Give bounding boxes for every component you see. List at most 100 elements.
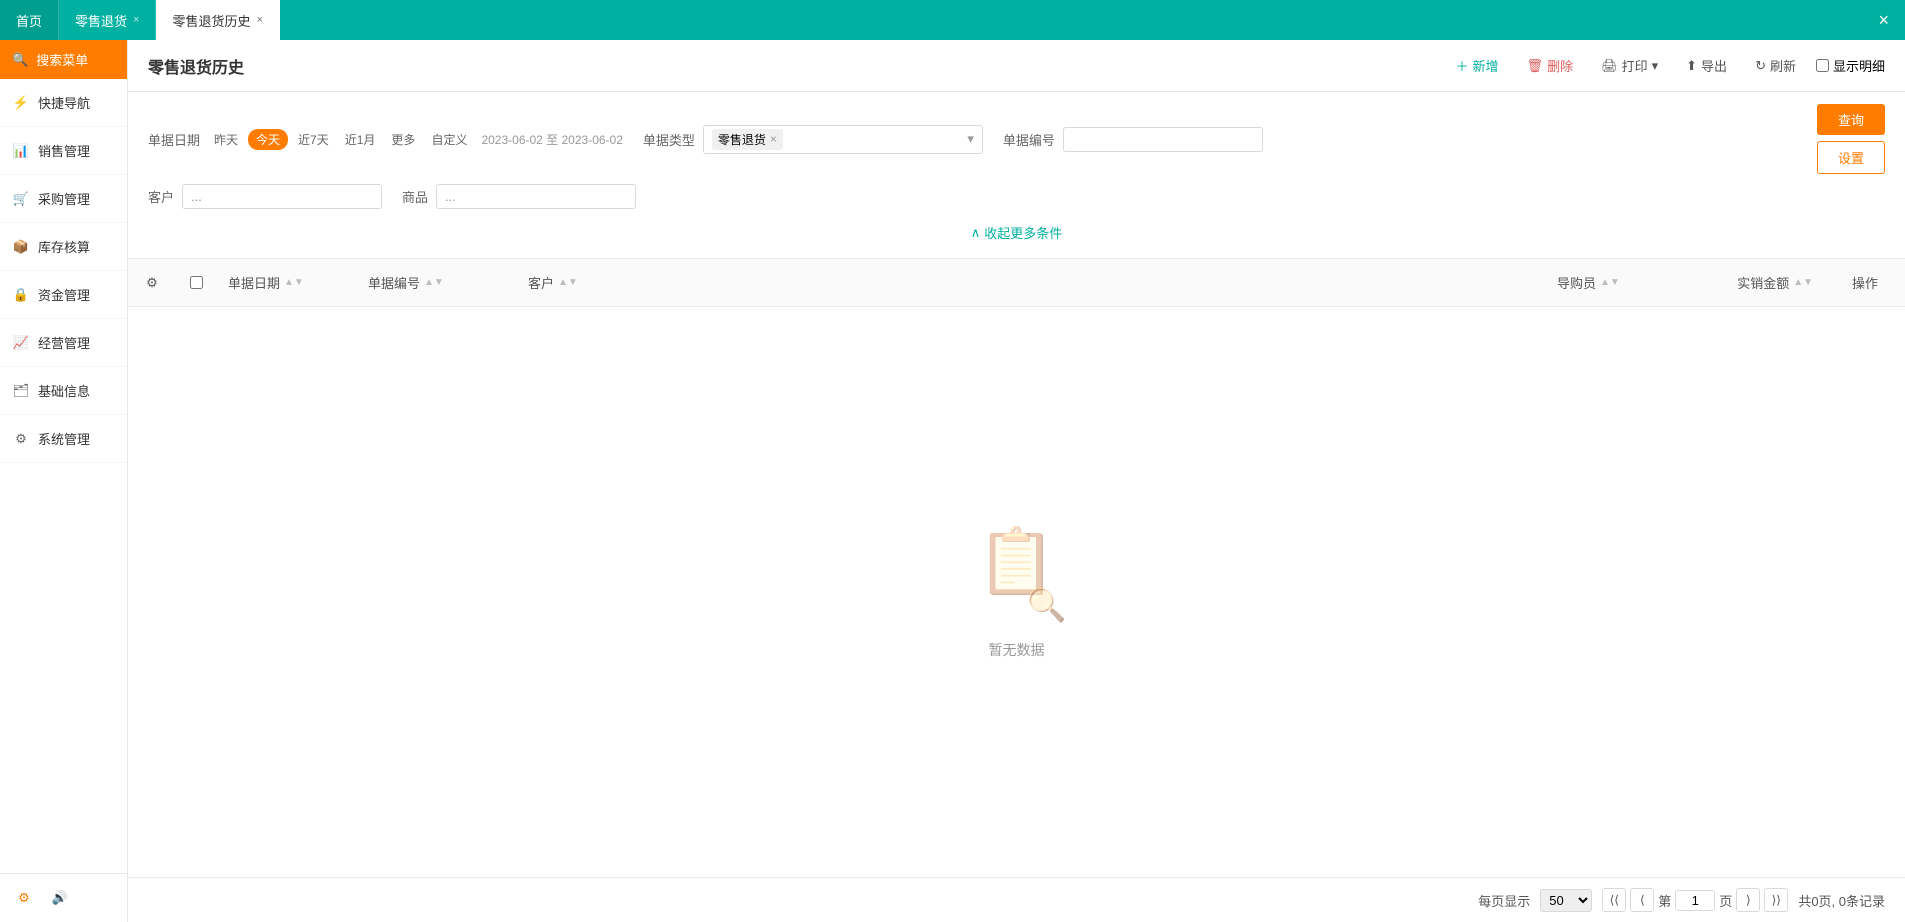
tab-home[interactable]: 首页 <box>0 0 59 40</box>
system-mgmt-icon: ⚙ <box>12 430 30 448</box>
collapse-button[interactable]: ∧ 收起更多条件 <box>971 223 1063 242</box>
export-label: 导出 <box>1701 56 1727 75</box>
sidebar-item-finance-mgmt[interactable]: 🔒 资金管理 <box>0 271 127 319</box>
add-button[interactable]: ＋ 新增 <box>1448 52 1507 79</box>
delete-icon: 🗑 <box>1527 58 1544 74</box>
doc-type-select[interactable]: 零售退货 × ▾ <box>703 125 983 154</box>
total-label: 共0页, 0条记录 <box>1798 891 1885 910</box>
page-last-button[interactable]: ⟩⟩ <box>1764 888 1788 912</box>
date-options: 昨天 今天 近7天 近1月 更多 自定义 <box>208 129 473 150</box>
toolbar: ＋ 新增 🗑 删除 🖨 打印 ▾ ⬆ 导出 ↻ 刷新 <box>1448 52 1885 79</box>
sidebar-bottom: ⚙ 🔊 <box>0 873 127 922</box>
sidebar-item-purchase-mgmt[interactable]: 🛒 采购管理 <box>0 175 127 223</box>
export-button[interactable]: ⬆ 导出 <box>1678 52 1735 79</box>
sidebar-item-inventory[interactable]: 📦 库存核算 <box>0 223 127 271</box>
sidebar-item-label: 经营管理 <box>38 333 90 352</box>
query-button[interactable]: 查询 <box>1817 104 1885 135</box>
doc-type-value: 零售退货 <box>718 131 766 148</box>
th-guide-label: 导购员 <box>1557 273 1596 292</box>
tab-retail-return-history[interactable]: 零售退货历史 × <box>156 0 279 40</box>
th-check[interactable] <box>176 270 216 295</box>
date-btn-1month[interactable]: 近1月 <box>339 129 382 150</box>
th-guide[interactable]: 导购员 ▲▼ <box>1545 267 1705 298</box>
date-btn-today[interactable]: 今天 <box>248 129 288 150</box>
th-customer[interactable]: 客户 ▲▼ <box>516 267 1545 298</box>
date-btn-more[interactable]: 更多 <box>385 129 421 150</box>
sidebar-item-label: 资金管理 <box>38 285 90 304</box>
table-container: ⚙ 单据日期 ▲▼ 单据编号 ▲▼ 客户 ▲▼ 导购员 <box>128 259 1905 877</box>
filter-area: 单据日期 昨天 今天 近7天 近1月 更多 自定义 2023-06-02 至 2… <box>128 92 1905 259</box>
page-first-button[interactable]: ⟨⟨ <box>1602 888 1626 912</box>
date-btn-yesterday[interactable]: 昨天 <box>208 129 244 150</box>
th-no[interactable]: 单据编号 ▲▼ <box>356 267 516 298</box>
page-title: 零售退货历史 <box>148 54 244 78</box>
tab-retail-return-history-close[interactable]: × <box>256 14 262 26</box>
page-next-button[interactable]: ⟩ <box>1736 888 1760 912</box>
sidebar-item-sales-mgmt[interactable]: 📊 销售管理 <box>0 127 127 175</box>
th-action: 操作 <box>1825 267 1905 298</box>
select-all-checkbox[interactable] <box>190 276 203 289</box>
delete-button[interactable]: 🗑 删除 <box>1519 52 1582 79</box>
refresh-icon: ↻ <box>1755 58 1766 74</box>
refresh-button[interactable]: ↻ 刷新 <box>1747 52 1804 79</box>
filter-row-1: 单据日期 昨天 今天 近7天 近1月 更多 自定义 2023-06-02 至 2… <box>148 104 1885 174</box>
print-button[interactable]: 🖨 打印 ▾ <box>1593 52 1666 79</box>
customer-input[interactable]: ... <box>182 184 382 209</box>
display-detail-toggle[interactable]: 显示明细 <box>1816 56 1885 75</box>
th-amount[interactable]: 实销金额 ▲▼ <box>1705 267 1825 298</box>
goods-input[interactable]: ... <box>436 184 636 209</box>
sidebar-search[interactable]: 🔍 搜索菜单 <box>0 40 127 79</box>
basic-info-icon: 🗂 <box>12 382 30 400</box>
top-close-button[interactable]: × <box>1878 10 1889 31</box>
doc-type-label: 单据类型 <box>643 130 695 149</box>
pagination: 每页显示 50 100 200 ⟨⟨ ⟨ 第 页 ⟩ ⟩⟩ 共0页, 0条记录 <box>128 877 1905 922</box>
sidebar-search-label: 搜索菜单 <box>36 50 88 69</box>
collapse-row: ∧ 收起更多条件 <box>148 219 1885 246</box>
finance-mgmt-icon: 🔒 <box>12 286 30 304</box>
goods-filter: 商品 ... <box>402 184 636 209</box>
refresh-label: 刷新 <box>1770 56 1796 75</box>
sidebar-item-system-mgmt[interactable]: ⚙ 系统管理 <box>0 415 127 463</box>
th-amount-label: 实销金额 <box>1737 273 1789 292</box>
sound-bottom-icon[interactable]: 🔊 <box>48 886 72 910</box>
sidebar-item-operation-mgmt[interactable]: 📈 经营管理 <box>0 319 127 367</box>
th-date[interactable]: 单据日期 ▲▼ <box>216 267 356 298</box>
sidebar-item-label: 基础信息 <box>38 381 90 400</box>
doc-type-filter: 单据类型 零售退货 × ▾ <box>643 125 983 154</box>
page-di-label: 第 <box>1658 891 1671 910</box>
empty-text: 暂无数据 <box>989 640 1045 660</box>
column-settings-icon[interactable]: ⚙ <box>146 275 158 291</box>
sidebar-item-basic-info[interactable]: 🗂 基础信息 <box>0 367 127 415</box>
inventory-icon: 📦 <box>12 238 30 256</box>
sidebar-item-label: 系统管理 <box>38 429 90 448</box>
page-nav: ⟨⟨ ⟨ 第 页 ⟩ ⟩⟩ <box>1602 888 1788 912</box>
th-customer-label: 客户 <box>528 273 554 292</box>
th-amount-sort-icon: ▲▼ <box>1793 277 1813 288</box>
page-prev-button[interactable]: ⟨ <box>1630 888 1654 912</box>
doc-no-input[interactable] <box>1063 127 1263 152</box>
tab-retail-return[interactable]: 零售退货 × <box>59 0 156 40</box>
sidebar-item-label: 采购管理 <box>38 189 90 208</box>
settings-button[interactable]: 设置 <box>1817 141 1885 174</box>
page-number-input[interactable] <box>1675 890 1715 911</box>
top-bar: 首页 零售退货 × 零售退货历史 × × <box>0 0 1905 40</box>
th-settings[interactable]: ⚙ <box>128 269 176 297</box>
date-btn-custom[interactable]: 自定义 <box>425 129 473 150</box>
sidebar: 🔍 搜索菜单 ⚡ 快捷导航 📊 销售管理 🛒 采购管理 📦 库存核算 🔒 资金管… <box>0 40 128 922</box>
settings-bottom-icon[interactable]: ⚙ <box>12 886 36 910</box>
print-arrow-icon: ▾ <box>1652 58 1659 74</box>
doc-type-remove-icon[interactable]: × <box>770 132 777 146</box>
sidebar-item-label: 销售管理 <box>38 141 90 160</box>
page-size-select[interactable]: 50 100 200 <box>1540 889 1592 912</box>
th-customer-sort-icon: ▲▼ <box>558 277 578 288</box>
table-header: ⚙ 单据日期 ▲▼ 单据编号 ▲▼ 客户 ▲▼ 导购员 <box>128 259 1905 307</box>
query-buttons: 查询 设置 <box>1817 104 1885 174</box>
content-area: 零售退货历史 ＋ 新增 🗑 删除 🖨 打印 ▾ ⬆ 导出 <box>128 40 1905 922</box>
purchase-mgmt-icon: 🛒 <box>12 190 30 208</box>
date-btn-7days[interactable]: 近7天 <box>292 129 335 150</box>
display-detail-checkbox[interactable] <box>1816 59 1829 72</box>
sidebar-item-quick-nav[interactable]: ⚡ 快捷导航 <box>0 79 127 127</box>
export-icon: ⬆ <box>1686 58 1697 74</box>
goods-label: 商品 <box>402 187 428 206</box>
tab-retail-return-close[interactable]: × <box>133 14 139 26</box>
